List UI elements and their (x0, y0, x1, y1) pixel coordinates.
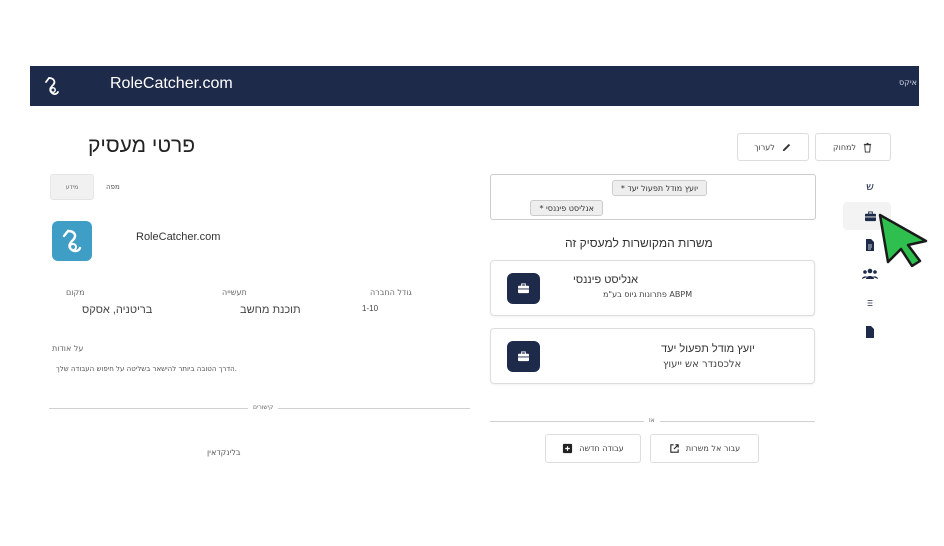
links-divider-label: קישורים (248, 404, 279, 411)
brand-name[interactable]: RoleCatcher.com (110, 75, 233, 93)
location-value: בריטניה, אסקס (82, 304, 153, 316)
external-link-icon (670, 444, 679, 453)
pointer-cursor-icon (878, 213, 928, 268)
briefcase-icon (507, 273, 540, 304)
delete-button[interactable]: למחוק (815, 133, 891, 161)
job-title: אנליסט פיננסי (573, 274, 639, 286)
company-size-value: 1-10 (362, 304, 379, 313)
location-label: מקום (66, 288, 85, 297)
job-company: פתרונות גיוס בע"מ ABPM (603, 290, 693, 299)
go-to-jobs-button[interactable]: עבור אל משרות (650, 434, 759, 463)
page-title: פרטי מעסיק (88, 134, 196, 157)
info-map-toggle: מידע מפה (50, 174, 120, 200)
edit-button[interactable]: לערוך (737, 133, 809, 161)
go-to-jobs-button-label: עבור אל משרות (685, 444, 741, 453)
top-right-menu[interactable]: איקס (899, 78, 917, 87)
new-job-button-label: עבודה חדשה (579, 444, 624, 453)
job-card[interactable]: אנליסט פיננסי פתרונות גיוס בע"מ ABPM (490, 260, 815, 316)
company-size-label: גודל החברה (370, 288, 412, 297)
job-chip-label: * יועץ מודל תפעול יעד (620, 183, 698, 193)
job-title: יועץ מודל תפעול יעד (661, 343, 755, 355)
edit-button-label: לערוך (754, 142, 775, 152)
related-jobs-title: משרות המקושרות למעסיק זה (565, 236, 713, 250)
industry-label: תעשייה (222, 288, 247, 297)
job-company: אלכסנדר אש ייעוץ (663, 359, 742, 370)
delete-button-label: למחוק (832, 142, 857, 152)
plus-box-icon (563, 443, 573, 454)
file-icon[interactable] (860, 322, 880, 342)
list-icon[interactable] (860, 293, 880, 313)
linked-jobs-select[interactable]: * יועץ מודל תפעול יעד * אנליסט פיננסי (490, 174, 816, 220)
company-logo-icon (62, 229, 82, 253)
trash-icon (863, 142, 872, 153)
job-card[interactable]: יועץ מודל תפעול יעד אלכסנדר אש ייעוץ (490, 328, 815, 384)
linkedin-link[interactable]: בלינקדאין (207, 448, 241, 457)
map-tab[interactable]: מפה (106, 183, 120, 191)
job-chip-target-operating-model[interactable]: * יועץ מודל תפעול יעד (611, 180, 707, 196)
job-chip-financial-analyst[interactable]: * אנליסט פיננסי (530, 200, 603, 216)
about-label: על אודות (52, 344, 84, 353)
job-chip-label: * אנליסט פיננסי (539, 203, 594, 213)
or-divider-label: אוֹ (644, 417, 660, 424)
side-nav-shin[interactable]: ש (860, 176, 880, 196)
about-text: הדרך הטובה ביותר להישאר בשליטה על חיפוש … (56, 365, 237, 373)
company-logo (52, 221, 92, 261)
pencil-icon (782, 143, 790, 151)
top-navigation-bar: RoleCatcher.com איקס (30, 66, 919, 106)
info-tab[interactable]: מידע (50, 174, 94, 200)
rolecatcher-logo-icon[interactable] (38, 72, 66, 100)
briefcase-icon (507, 341, 540, 372)
industry-value: תוכנת מחשב (240, 304, 301, 316)
company-name: RoleCatcher.com (136, 231, 221, 243)
new-job-button[interactable]: עבודה חדשה (545, 434, 641, 463)
